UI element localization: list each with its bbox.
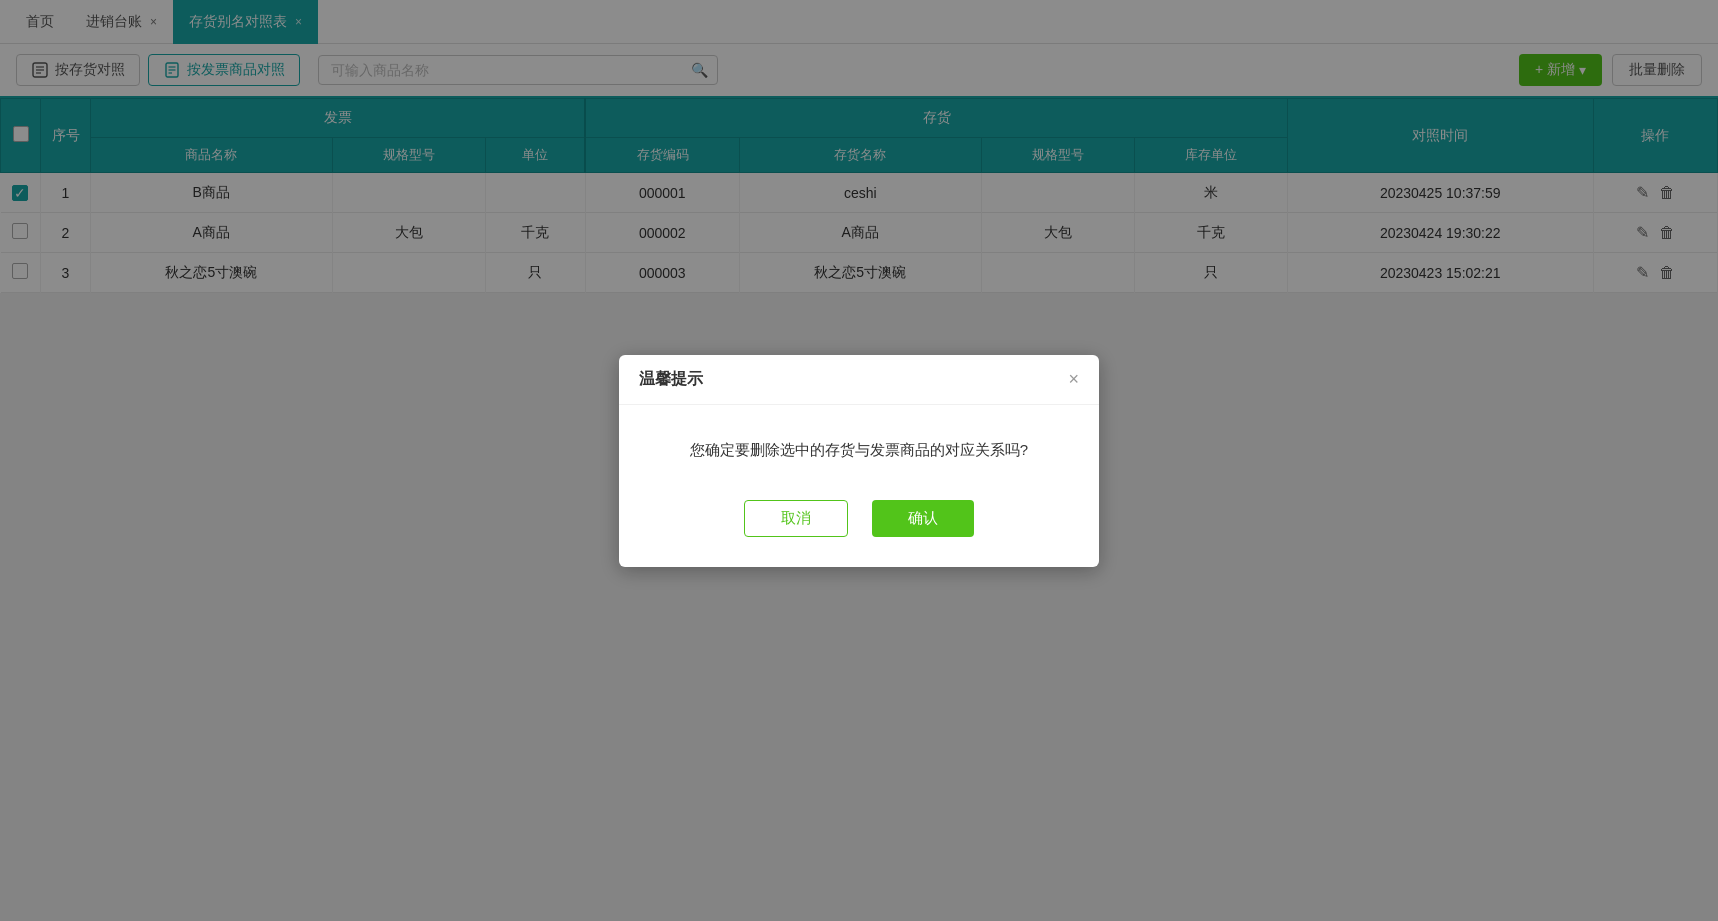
dialog-body: 您确定要删除选中的存货与发票商品的对应关系吗? — [619, 405, 1099, 490]
confirm-dialog: 温馨提示 × 您确定要删除选中的存货与发票商品的对应关系吗? 取消 确认 — [619, 355, 1099, 567]
dialog-overlay: 温馨提示 × 您确定要删除选中的存货与发票商品的对应关系吗? 取消 确认 — [0, 0, 1718, 921]
dialog-message: 您确定要删除选中的存货与发票商品的对应关系吗? — [690, 441, 1028, 458]
dialog-cancel-button[interactable]: 取消 — [744, 500, 848, 537]
dialog-confirm-button[interactable]: 确认 — [872, 500, 974, 537]
dialog-footer: 取消 确认 — [619, 490, 1099, 567]
dialog-title: 温馨提示 — [639, 369, 703, 390]
dialog-header: 温馨提示 × — [619, 355, 1099, 405]
dialog-close-button[interactable]: × — [1068, 370, 1079, 388]
